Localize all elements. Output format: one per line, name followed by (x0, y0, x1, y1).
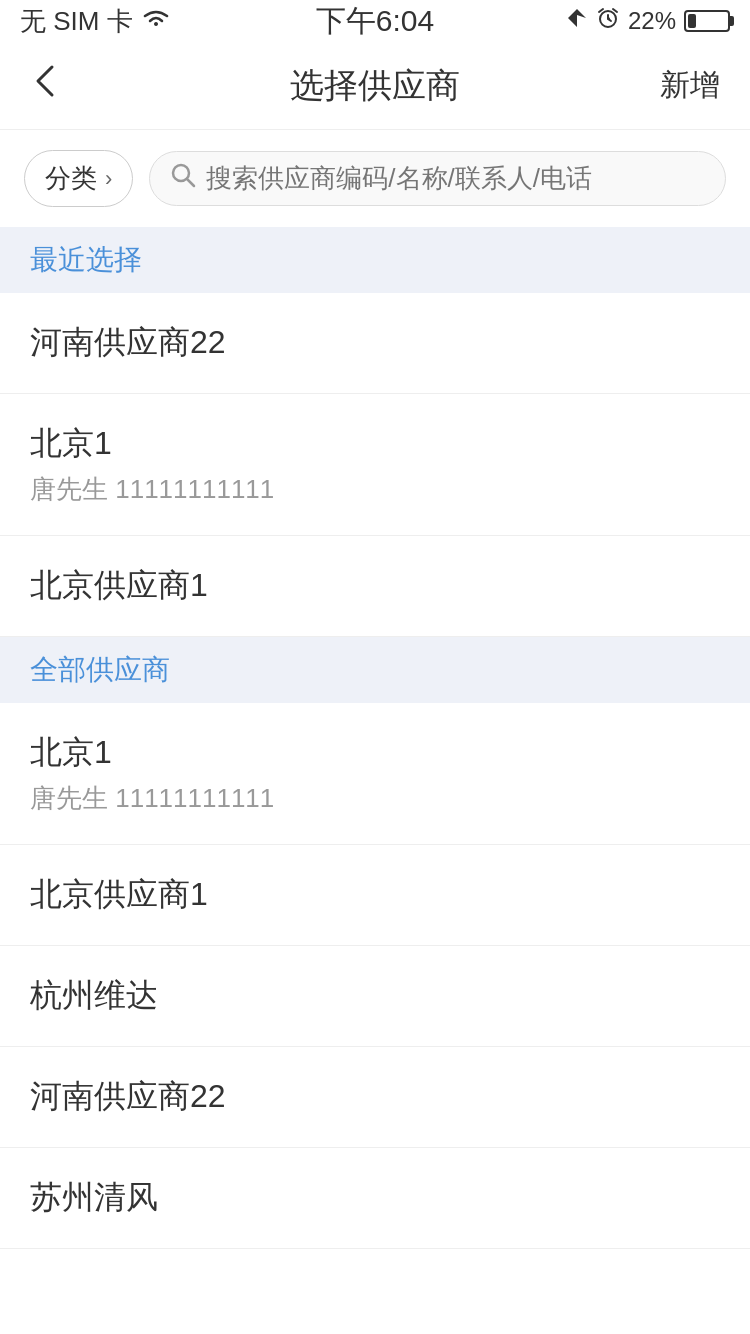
category-label: 分类 (45, 161, 97, 196)
status-left: 无 SIM 卡 (20, 4, 171, 39)
nav-bar: 选择供应商 新增 (0, 42, 750, 130)
list-item[interactable]: 杭州维达 (0, 946, 750, 1047)
list-item[interactable]: 北京供应商1 (0, 845, 750, 946)
chevron-right-icon: › (105, 166, 112, 192)
location-icon (566, 7, 588, 35)
list-item[interactable]: 河南供应商22 (0, 293, 750, 394)
supplier-detail: 唐先生 11111111111 (30, 472, 720, 507)
no-sim-text: 无 SIM 卡 (20, 4, 133, 39)
supplier-list: 最近选择河南供应商22 北京1 唐先生 11111111111 北京供应商1 全部供应商… (0, 227, 750, 1249)
supplier-name: 北京供应商1 (30, 873, 720, 917)
back-button[interactable] (30, 59, 90, 112)
supplier-name: 苏州清风 (30, 1176, 720, 1220)
list-item[interactable]: 北京1 唐先生 11111111111 (0, 394, 750, 536)
list-item[interactable]: 北京1 唐先生 11111111111 (0, 703, 750, 845)
status-right: 22% (566, 6, 730, 36)
category-button[interactable]: 分类 › (24, 150, 133, 207)
battery-icon (684, 10, 730, 32)
battery-percent: 22% (628, 7, 676, 35)
list-item[interactable]: 北京供应商1 (0, 536, 750, 637)
filter-bar: 分类 › (0, 130, 750, 227)
list-item[interactable]: 河南供应商22 (0, 1047, 750, 1148)
supplier-name: 北京供应商1 (30, 564, 720, 608)
page-title: 选择供应商 (290, 63, 460, 109)
search-input[interactable] (206, 163, 705, 194)
supplier-detail: 唐先生 11111111111 (30, 781, 720, 816)
search-box (149, 151, 726, 206)
section-header-all: 全部供应商 (0, 637, 750, 703)
supplier-name: 河南供应商22 (30, 1075, 720, 1119)
status-time: 下午6:04 (316, 1, 434, 42)
supplier-name: 北京1 (30, 731, 720, 775)
supplier-name: 杭州维达 (30, 974, 720, 1018)
list-item[interactable]: 苏州清风 (0, 1148, 750, 1249)
status-bar: 无 SIM 卡 下午6:04 22% (0, 0, 750, 42)
section-header-recent: 最近选择 (0, 227, 750, 293)
wifi-icon (141, 6, 171, 37)
supplier-name: 河南供应商22 (30, 321, 720, 365)
search-icon (170, 162, 196, 195)
alarm-icon (596, 6, 620, 36)
supplier-name: 北京1 (30, 422, 720, 466)
add-button[interactable]: 新增 (660, 65, 720, 106)
